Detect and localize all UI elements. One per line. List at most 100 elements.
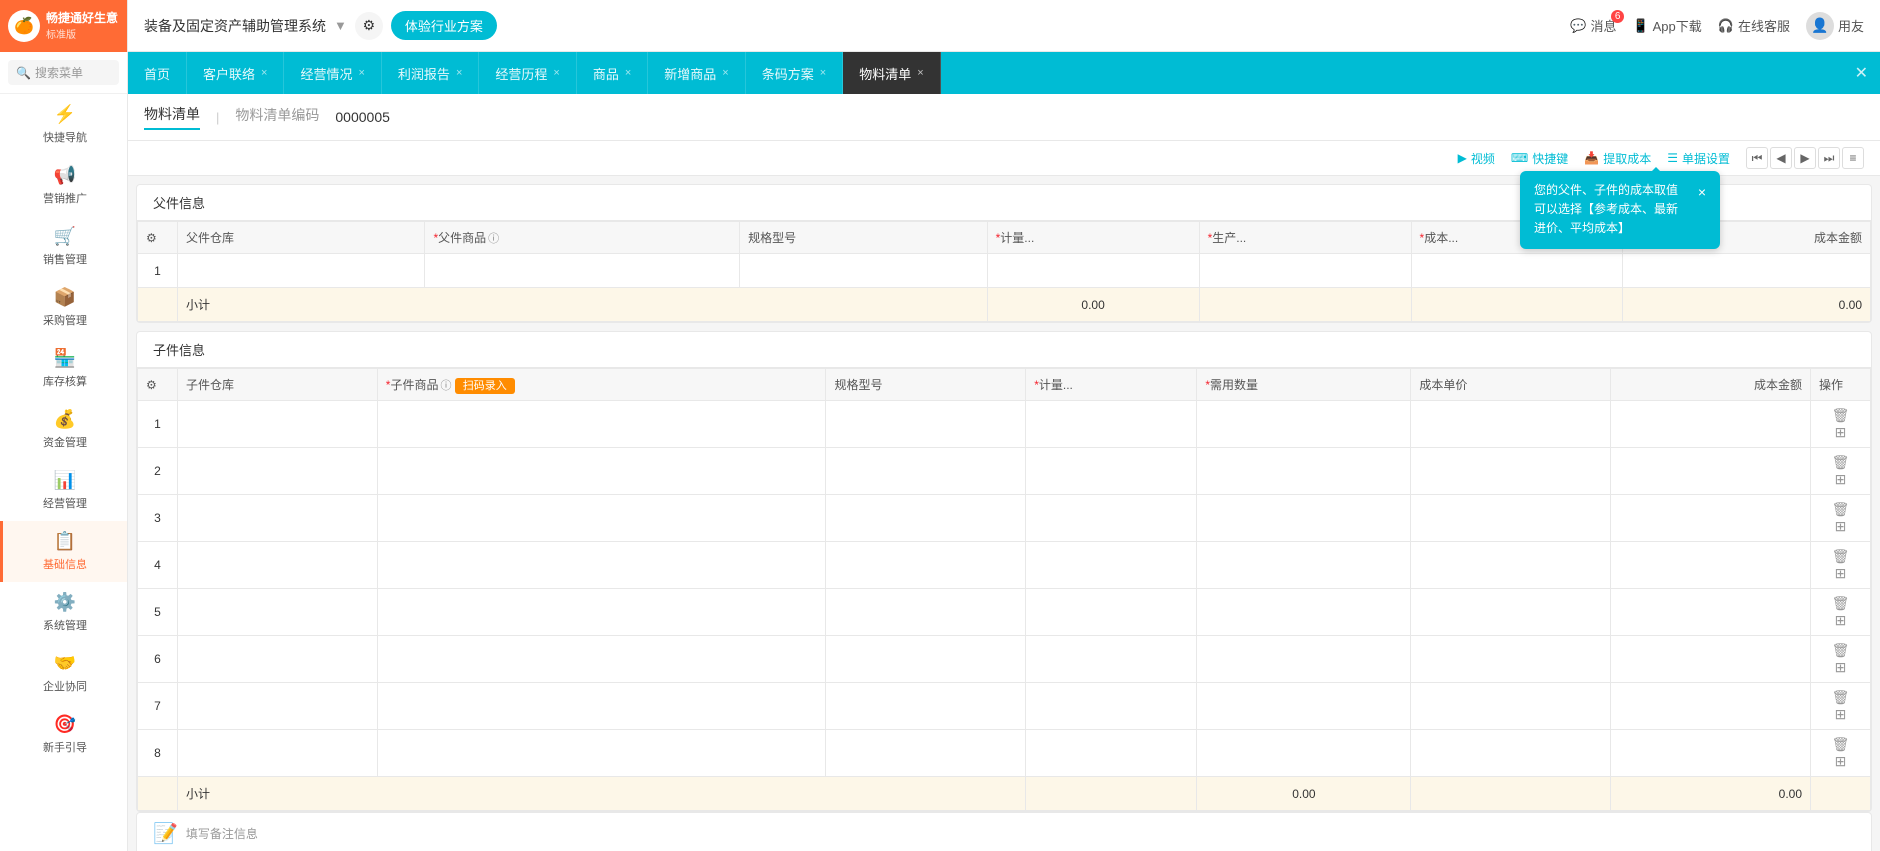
child-spec-2[interactable] xyxy=(826,448,1026,495)
child-spec-5[interactable] xyxy=(826,589,1026,636)
child-product-5[interactable] xyxy=(377,589,826,636)
app-download-button[interactable]: 📱 App下载 xyxy=(1632,16,1701,35)
page-tab-code-label[interactable]: 物料清单编码 xyxy=(235,105,319,129)
child-warehouse-5[interactable] xyxy=(178,589,378,636)
child-spec-7[interactable] xyxy=(826,683,1026,730)
child-qty-4[interactable] xyxy=(1197,542,1411,589)
child-warehouse-1[interactable] xyxy=(178,401,378,448)
child-cost-unit-6[interactable] xyxy=(1411,636,1611,683)
nav-first-button[interactable]: ⏮ xyxy=(1746,147,1768,169)
single-setting-button[interactable]: ☰ 单据设置 xyxy=(1667,150,1730,167)
experience-button[interactable]: 体验行业方案 xyxy=(391,11,497,40)
tab-close-icon[interactable]: × xyxy=(456,67,462,79)
child-copy-1-button[interactable]: ⊞ xyxy=(1835,424,1847,440)
sidebar-item-finance[interactable]: 💰资金管理 xyxy=(0,399,127,460)
child-cost-unit-3[interactable] xyxy=(1411,495,1611,542)
child-cost-unit-5[interactable] xyxy=(1411,589,1611,636)
child-copy-8-button[interactable]: ⊞ xyxy=(1835,753,1847,769)
child-unit-1[interactable] xyxy=(1026,401,1197,448)
child-copy-7-button[interactable]: ⊞ xyxy=(1835,706,1847,722)
sidebar-item-inventory[interactable]: 🏪库存核算 xyxy=(0,338,127,399)
user-button[interactable]: 👤 用友 xyxy=(1806,12,1864,40)
child-delete-5-button[interactable]: 🗑 xyxy=(1832,595,1850,611)
child-qty-5[interactable] xyxy=(1197,589,1411,636)
child-unit-4[interactable] xyxy=(1026,542,1197,589)
nav-prev-button[interactable]: ◀ xyxy=(1770,147,1792,169)
child-copy-6-button[interactable]: ⊞ xyxy=(1835,659,1847,675)
child-delete-1-button[interactable]: 🗑 xyxy=(1832,407,1850,423)
child-warehouse-7[interactable] xyxy=(178,683,378,730)
child-qty-3[interactable] xyxy=(1197,495,1411,542)
tab-close-icon[interactable]: × xyxy=(917,67,923,79)
sidebar-item-marketing[interactable]: 📢营销推广 xyxy=(0,155,127,216)
tab-close-icon[interactable]: × xyxy=(722,67,728,79)
child-product-6[interactable] xyxy=(377,636,826,683)
extract-cost-button[interactable]: 📥 提取成本 xyxy=(1584,150,1651,167)
sidebar-item-corp[interactable]: 🤝企业协同 xyxy=(0,643,127,704)
child-unit-3[interactable] xyxy=(1026,495,1197,542)
nav-list-button[interactable]: ≡ xyxy=(1842,147,1864,169)
sidebar-item-operation[interactable]: 📊经营管理 xyxy=(0,460,127,521)
nav-next-button[interactable]: ▶ xyxy=(1794,147,1816,169)
remark-placeholder[interactable]: 填写备注信息 xyxy=(186,825,258,842)
parent-product-cell[interactable] xyxy=(425,254,740,288)
child-product-3[interactable] xyxy=(377,495,826,542)
child-product-2[interactable] xyxy=(377,448,826,495)
nav-tab-利润报告[interactable]: 利润报告 × xyxy=(382,52,479,94)
scan-input-button[interactable]: 扫码录入 xyxy=(455,378,515,394)
child-product-8[interactable] xyxy=(377,730,826,777)
child-unit-5[interactable] xyxy=(1026,589,1197,636)
search-trigger[interactable]: 🔍 搜索菜单 xyxy=(8,60,119,85)
child-cost-unit-4[interactable] xyxy=(1411,542,1611,589)
tooltip-close-button[interactable]: × xyxy=(1698,181,1706,203)
child-spec-3[interactable] xyxy=(826,495,1026,542)
parent-cost-cell[interactable] xyxy=(1411,254,1623,288)
child-cost-unit-1[interactable] xyxy=(1411,401,1611,448)
child-unit-7[interactable] xyxy=(1026,683,1197,730)
child-delete-4-button[interactable]: 🗑 xyxy=(1832,548,1850,564)
child-warehouse-3[interactable] xyxy=(178,495,378,542)
nav-tab-首页[interactable]: 首页 xyxy=(128,52,187,94)
settings-gear-button[interactable]: ⚙ xyxy=(355,12,383,40)
child-cost-unit-7[interactable] xyxy=(1411,683,1611,730)
child-spec-1[interactable] xyxy=(826,401,1026,448)
system-title-dropdown-icon[interactable]: ▼ xyxy=(334,18,347,33)
sidebar-item-sales[interactable]: 🛒销售管理 xyxy=(0,216,127,277)
child-copy-2-button[interactable]: ⊞ xyxy=(1835,471,1847,487)
child-warehouse-8[interactable] xyxy=(178,730,378,777)
parent-spec-cell[interactable] xyxy=(740,254,987,288)
child-unit-2[interactable] xyxy=(1026,448,1197,495)
tabs-close-all-button[interactable]: ✕ xyxy=(1843,63,1880,83)
child-qty-8[interactable] xyxy=(1197,730,1411,777)
nav-tab-条码方案[interactable]: 条码方案 × xyxy=(746,52,843,94)
sidebar-item-quicknav[interactable]: ⚡快捷导航 xyxy=(0,94,127,155)
nav-tab-经营历程[interactable]: 经营历程 × xyxy=(479,52,576,94)
child-product-1[interactable] xyxy=(377,401,826,448)
tab-close-icon[interactable]: × xyxy=(358,67,364,79)
child-spec-8[interactable] xyxy=(826,730,1026,777)
nav-tab-客户联络[interactable]: 客户联络 × xyxy=(187,52,284,94)
parent-unit-cell[interactable] xyxy=(987,254,1199,288)
tab-close-icon[interactable]: × xyxy=(625,67,631,79)
child-delete-8-button[interactable]: 🗑 xyxy=(1832,736,1850,752)
child-warehouse-4[interactable] xyxy=(178,542,378,589)
page-tab-bom[interactable]: 物料清单 xyxy=(144,104,200,130)
nav-tab-经营情况[interactable]: 经营情况 × xyxy=(284,52,381,94)
child-qty-7[interactable] xyxy=(1197,683,1411,730)
view-video-button[interactable]: ▶ 视频 xyxy=(1458,150,1495,167)
child-qty-1[interactable] xyxy=(1197,401,1411,448)
child-delete-2-button[interactable]: 🗑 xyxy=(1832,454,1850,470)
child-copy-4-button[interactable]: ⊞ xyxy=(1835,565,1847,581)
nav-tab-物料清单[interactable]: 物料清单 × xyxy=(843,52,940,94)
nav-tab-新增商品[interactable]: 新增商品 × xyxy=(648,52,745,94)
child-delete-7-button[interactable]: 🗑 xyxy=(1832,689,1850,705)
child-copy-3-button[interactable]: ⊞ xyxy=(1835,518,1847,534)
sidebar-search-area[interactable]: 🔍 搜索菜单 xyxy=(0,52,127,94)
child-cost-unit-8[interactable] xyxy=(1411,730,1611,777)
sidebar-item-system[interactable]: ⚙️系统管理 xyxy=(0,582,127,643)
shortcut-button[interactable]: ⌨ 快捷键 xyxy=(1511,150,1568,167)
child-spec-6[interactable] xyxy=(826,636,1026,683)
nav-tab-商品[interactable]: 商品 × xyxy=(577,52,648,94)
online-service-button[interactable]: 🎧 在线客服 xyxy=(1718,16,1790,35)
child-warehouse-6[interactable] xyxy=(178,636,378,683)
